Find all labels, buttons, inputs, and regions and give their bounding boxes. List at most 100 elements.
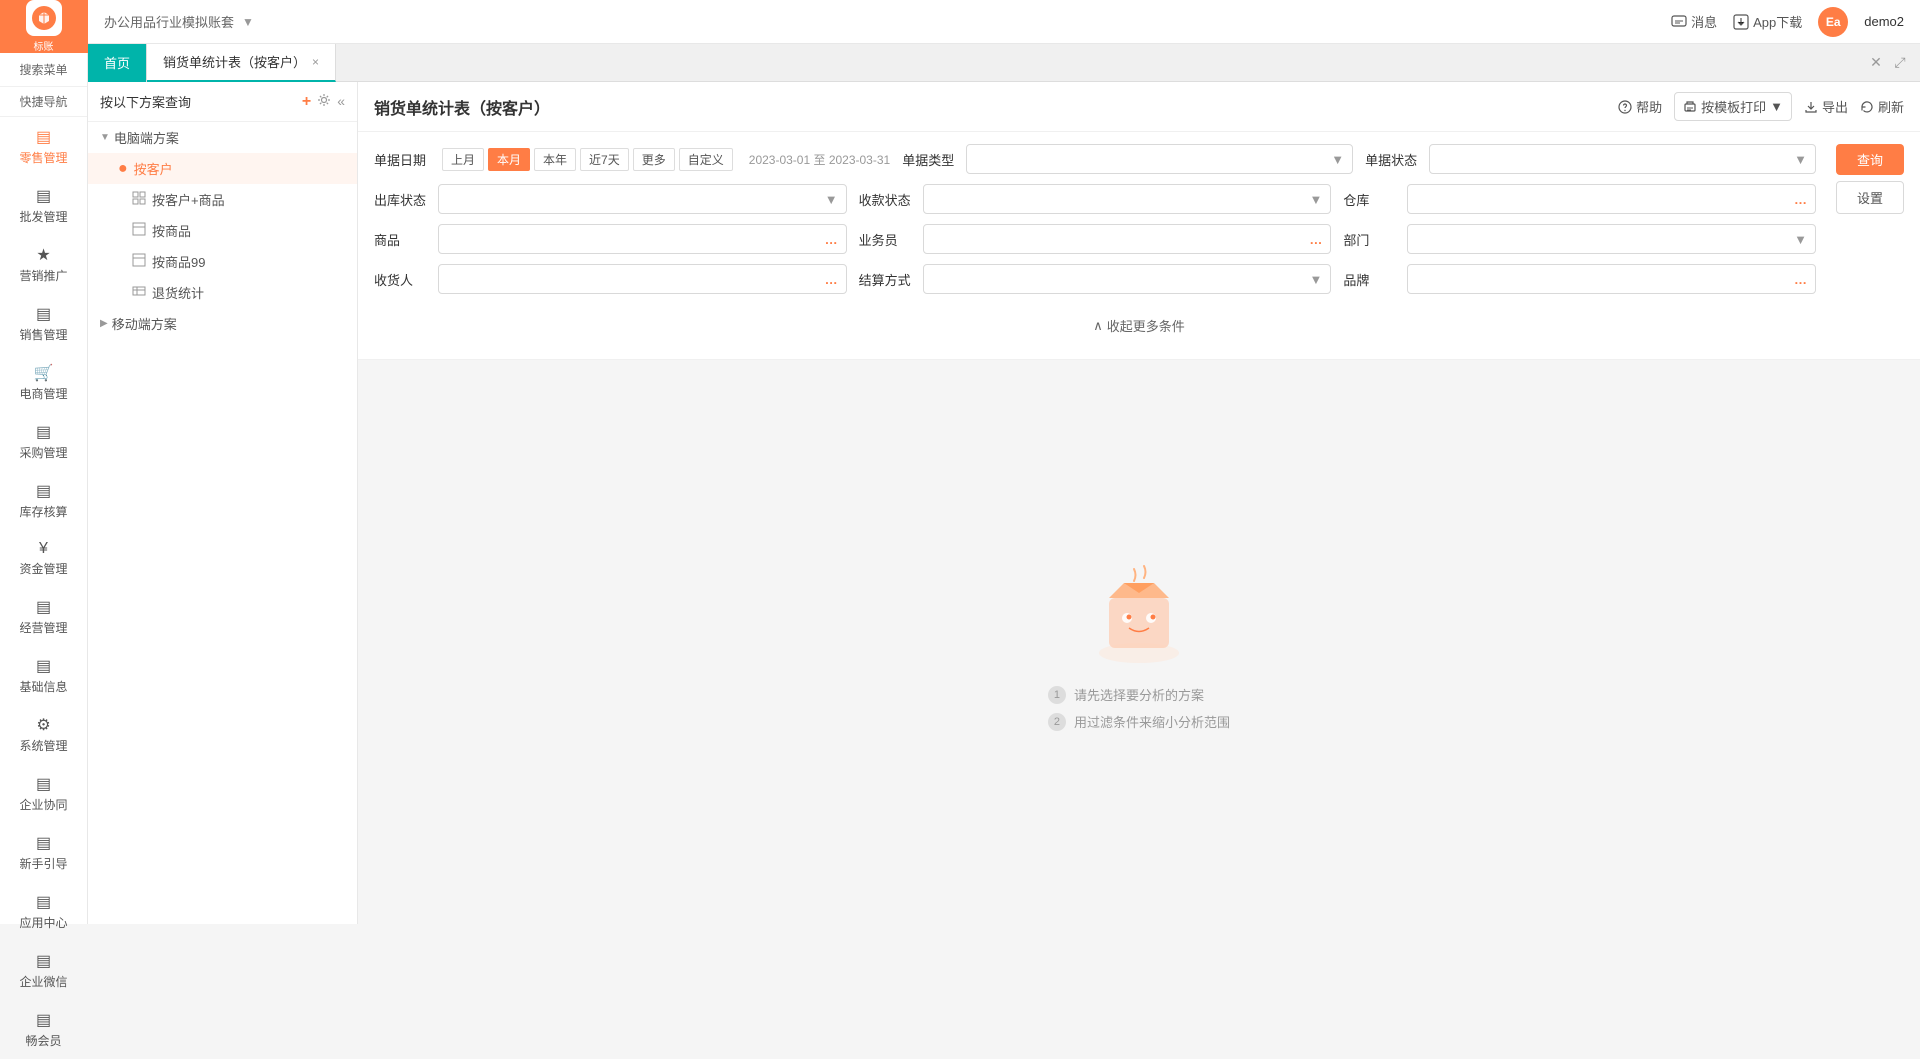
add-scheme-btn[interactable]: + bbox=[302, 93, 311, 111]
doc-status-arrow: ▼ bbox=[1794, 152, 1807, 167]
dept-select[interactable]: ▼ bbox=[1407, 224, 1816, 254]
tree-item-return-stats[interactable]: 退货统计 bbox=[88, 277, 357, 308]
appcenter-icon: ▤ bbox=[36, 892, 51, 912]
sidebar-item-marketing[interactable]: ★ 营销推广 bbox=[0, 235, 87, 294]
sidebar-item-appcenter[interactable]: ▤ 应用中心 bbox=[0, 882, 87, 941]
collapse-up-arrow: ∧ bbox=[1093, 318, 1103, 334]
avatar[interactable]: Ea bbox=[1818, 7, 1848, 37]
date-btn-this-month[interactable]: 本月 bbox=[488, 148, 530, 171]
product-icon bbox=[132, 222, 146, 239]
refresh-icon bbox=[1860, 100, 1874, 114]
mobile-section-label: 移动端方案 bbox=[112, 314, 177, 333]
query-btn[interactable]: 查询 bbox=[1836, 144, 1904, 175]
export-icon bbox=[1804, 100, 1818, 114]
tree-item-by-product[interactable]: 按商品 bbox=[88, 215, 357, 246]
date-btn-last-7[interactable]: 近7天 bbox=[580, 148, 629, 171]
filter-row-4: 收货人 … 结算方式 ▼ bbox=[374, 264, 1816, 294]
collapse-panel-btn[interactable]: « bbox=[337, 93, 345, 111]
settings-btn[interactable]: 设置 bbox=[1836, 181, 1904, 214]
tab-sales-stats[interactable]: 销货单统计表（按客户） × bbox=[147, 44, 336, 82]
wholesale-icon: ▤ bbox=[36, 186, 51, 206]
out-status-label: 出库状态 bbox=[374, 190, 430, 209]
app-subtitle: 标账 bbox=[34, 38, 54, 53]
doc-type-label: 单据类型 bbox=[902, 150, 958, 169]
scheme-settings-btn[interactable] bbox=[317, 93, 331, 111]
header-left: 办公用品行业模拟账套 ▼ bbox=[104, 12, 254, 31]
tree-item-by-customer-product[interactable]: 按客户+商品 bbox=[88, 184, 357, 215]
date-btn-this-year[interactable]: 本年 bbox=[534, 148, 576, 171]
app-download-btn[interactable]: App下载 bbox=[1733, 12, 1802, 31]
header-dropdown-arrow[interactable]: ▼ bbox=[242, 15, 254, 29]
collapse-btn[interactable]: ∧ 收起更多条件 bbox=[1081, 310, 1197, 341]
sidebar-item-sales[interactable]: ▤ 销售管理 bbox=[0, 294, 87, 353]
sidebar-item-ecommerce[interactable]: 🛒 电商管理 bbox=[0, 353, 87, 412]
search-menu[interactable]: 搜索菜单 bbox=[0, 53, 87, 87]
consignee-dots[interactable]: … bbox=[825, 272, 838, 287]
date-label: 单据日期 bbox=[374, 150, 430, 169]
date-btn-last-month[interactable]: 上月 bbox=[442, 148, 484, 171]
header-right: 消息 App下载 Ea demo2 bbox=[1671, 7, 1904, 37]
doc-type-select[interactable]: ▼ bbox=[966, 144, 1353, 174]
date-btn-custom[interactable]: 自定义 bbox=[679, 148, 733, 171]
tree-section-desktop[interactable]: ▼ 电脑端方案 bbox=[88, 122, 357, 153]
date-buttons: 上月 本月 本年 近7天 更多 自定义 bbox=[442, 148, 733, 171]
print-dropdown-arrow[interactable]: ▼ bbox=[1770, 99, 1783, 114]
out-status-select[interactable]: ▼ bbox=[438, 184, 847, 214]
shortcut-nav[interactable]: 快捷导航 bbox=[0, 87, 87, 117]
warehouse-dots[interactable]: … bbox=[1794, 192, 1807, 207]
staff-label: 业务员 bbox=[859, 230, 915, 249]
sidebar-item-wholesale[interactable]: ▤ 批发管理 bbox=[0, 176, 87, 235]
customer-product-icon bbox=[132, 191, 146, 208]
window-maximize-btn[interactable]: ⤢ bbox=[1892, 55, 1908, 71]
finance-icon: ¥ bbox=[39, 540, 48, 558]
sidebar-item-finance[interactable]: ¥ 资金管理 bbox=[0, 530, 87, 587]
product-label: 商品 bbox=[374, 230, 430, 249]
consignee-select[interactable]: … bbox=[438, 264, 847, 294]
receipt-status-select[interactable]: ▼ bbox=[923, 184, 1332, 214]
sidebar-item-system[interactable]: ⚙ 系统管理 bbox=[0, 705, 87, 764]
sidebar-item-newguide[interactable]: ▤ 新手引导 bbox=[0, 823, 87, 882]
tip-num-2: 2 bbox=[1048, 713, 1066, 731]
sidebar-item-inventory[interactable]: ▤ 库存核算 bbox=[0, 471, 87, 530]
tab-home[interactable]: 首页 bbox=[88, 44, 147, 82]
query-area: 查询 设置 bbox=[1828, 144, 1904, 214]
sidebar-item-enterprise[interactable]: ▤ 企业协同 bbox=[0, 764, 87, 823]
brand-select[interactable]: … bbox=[1407, 264, 1816, 294]
sidebar-item-operations[interactable]: ▤ 经营管理 bbox=[0, 587, 87, 646]
staff-dots[interactable]: … bbox=[1309, 232, 1322, 247]
sidebar-item-purchase[interactable]: ▤ 采购管理 bbox=[0, 412, 87, 471]
empty-illustration bbox=[1079, 553, 1199, 673]
refresh-btn[interactable]: 刷新 bbox=[1860, 97, 1904, 116]
message-btn[interactable]: 消息 bbox=[1671, 12, 1717, 31]
dept-label: 部门 bbox=[1343, 230, 1399, 249]
warehouse-select[interactable]: … bbox=[1407, 184, 1816, 214]
brand-dots[interactable]: … bbox=[1794, 272, 1807, 287]
product-dots[interactable]: … bbox=[825, 232, 838, 247]
print-btn[interactable]: 按模板打印 ▼ bbox=[1674, 92, 1792, 121]
sidebar-item-retail[interactable]: ▤ 零售管理 bbox=[0, 117, 87, 176]
product99-icon bbox=[132, 253, 146, 270]
help-btn[interactable]: 帮助 bbox=[1618, 97, 1662, 116]
sidebar-item-member[interactable]: ▤ 畅会员 bbox=[0, 1000, 87, 1059]
download-icon bbox=[1733, 14, 1749, 30]
empty-tips: 1 请先选择要分析的方案 2 用过滤条件来缩小分析范围 bbox=[1048, 685, 1230, 731]
payment-select[interactable]: ▼ bbox=[923, 264, 1332, 294]
username: demo2 bbox=[1864, 14, 1904, 29]
app-logo[interactable]: 标账 bbox=[0, 0, 88, 53]
window-close-btn[interactable]: ✕ bbox=[1868, 55, 1884, 71]
tree-item-by-customer[interactable]: ● 按客户 bbox=[88, 153, 357, 184]
tree-item-by-product-99[interactable]: 按商品99 bbox=[88, 246, 357, 277]
doc-status-select[interactable]: ▼ bbox=[1429, 144, 1816, 174]
sidebar-item-corpwechat[interactable]: ▤ 企业微信 bbox=[0, 941, 87, 1000]
inventory-icon: ▤ bbox=[36, 481, 51, 501]
tab-close-btn[interactable]: × bbox=[312, 55, 319, 69]
date-btn-more[interactable]: 更多 bbox=[633, 148, 675, 171]
staff-select[interactable]: … bbox=[923, 224, 1332, 254]
marketing-icon: ★ bbox=[36, 245, 50, 265]
right-panel: 销货单统计表（按客户） 帮助 按模板打印 ▼ 导出 bbox=[358, 82, 1920, 924]
tree-section-mobile[interactable]: ▶ 移动端方案 bbox=[88, 308, 357, 339]
export-btn[interactable]: 导出 bbox=[1804, 97, 1848, 116]
sidebar-item-basic[interactable]: ▤ 基础信息 bbox=[0, 646, 87, 705]
page-header-actions: 帮助 按模板打印 ▼ 导出 刷新 bbox=[1618, 92, 1904, 121]
product-select[interactable]: … bbox=[438, 224, 847, 254]
